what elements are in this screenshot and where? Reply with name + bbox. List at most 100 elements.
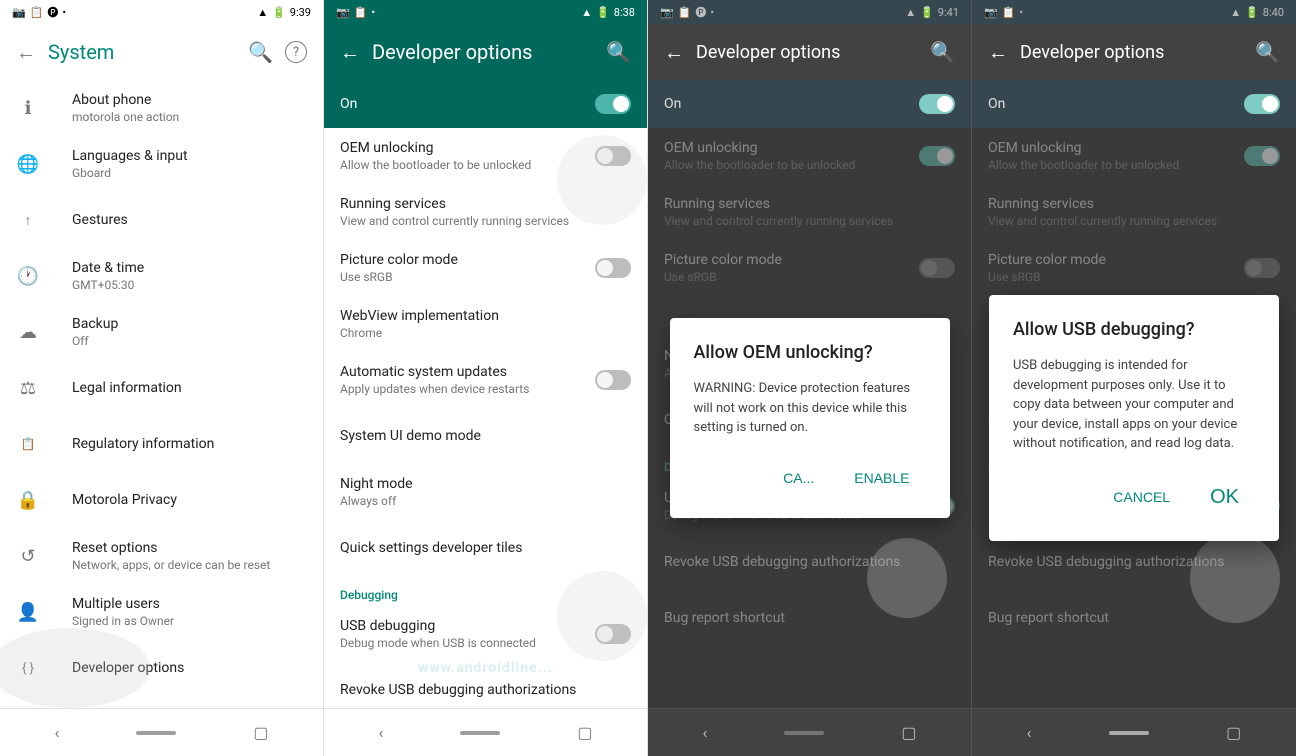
right-panel-2: 📷 📋 • ▲ 🔋 8:40 ← Developer options 🔍 On <box>972 0 1296 756</box>
usb-content: USB debugging Debug mode when USB is con… <box>340 618 595 650</box>
on-toggle-r1[interactable] <box>919 94 955 114</box>
picture-content: Picture color mode Use sRGB <box>340 252 595 284</box>
notification-dot: • <box>62 6 66 19</box>
usb-ok-btn[interactable]: OK <box>1194 478 1255 517</box>
status-icons-left: 📷 📋 🅟 • <box>12 4 66 20</box>
sidebar-item-privacy[interactable]: 🔒 Motorola Privacy <box>0 472 323 528</box>
on-bar-r2[interactable]: On <box>972 80 1296 128</box>
running-content: Running services View and control curren… <box>340 196 631 228</box>
search-icon-middle[interactable]: 🔍 <box>606 40 631 64</box>
help-icon-left[interactable]: ? <box>285 41 307 63</box>
back-btn-middle[interactable]: ‹ <box>379 723 384 742</box>
battery-icon-m: 🔋 <box>596 6 610 19</box>
regulatory-title: Regulatory information <box>72 436 307 452</box>
backup-icon: ☁ <box>16 320 40 344</box>
status-icons-r2: 📷 📋 • <box>984 6 1023 19</box>
recents-btn-left[interactable]: ▢ <box>253 723 268 742</box>
usb-toggle[interactable] <box>595 624 631 644</box>
sidebar-item-legal[interactable]: ⚖ Legal information <box>0 360 323 416</box>
usb-debug-item[interactable]: USB debugging Debug mode when USB is con… <box>324 606 647 662</box>
auto-updates-item[interactable]: Automatic system updates Apply updates w… <box>324 352 647 408</box>
notif-r2-1: 📷 <box>984 6 998 19</box>
usb-dialog-overlay: Allow USB debugging? USB debugging is in… <box>972 128 1296 708</box>
recents-btn-middle[interactable]: ▢ <box>577 723 592 742</box>
back-btn-r1[interactable]: ‹ <box>703 723 708 742</box>
sidebar-item-datetime[interactable]: 🕐 Date & time GMT+05:30 <box>0 248 323 304</box>
reset-content: Reset options Network, apps, or device c… <box>72 540 307 572</box>
recents-btn-r1[interactable]: ▢ <box>901 723 916 742</box>
system-settings-list: ℹ About phone motorola one action 🌐 Lang… <box>0 80 323 708</box>
on-toggle-middle[interactable] <box>595 94 631 114</box>
status-icons-middle: 📷 📋 • <box>336 6 375 19</box>
back-icon-middle[interactable]: ← <box>340 40 360 65</box>
webview-item[interactable]: WebView implementation Chrome <box>324 296 647 352</box>
revoke-usb-item[interactable]: Revoke USB debugging authorizations <box>324 662 647 708</box>
status-info-r1: ▲ 🔋 9:41 <box>905 6 959 19</box>
back-btn-left[interactable]: ‹ <box>55 723 60 742</box>
oem-enable-btn[interactable]: Enable <box>838 462 925 494</box>
datetime-title: Date & time <box>72 260 307 276</box>
sidebar-item-languages[interactable]: 🌐 Languages & input Gboard <box>0 136 323 192</box>
on-toggle-r2[interactable] <box>1244 94 1280 114</box>
running-title: Running services <box>340 196 631 212</box>
revoke-title: Revoke USB debugging authorizations <box>340 682 631 698</box>
oem-unlocking-item[interactable]: OEM unlocking Allow the bootloader to be… <box>324 128 647 184</box>
home-indicator-middle[interactable] <box>460 731 500 735</box>
sidebar-item-developer[interactable]: { } Developer options <box>0 640 323 696</box>
backup-subtitle: Off <box>72 334 307 348</box>
sidebar-item-gestures[interactable]: ↑ Gestures <box>0 192 323 248</box>
usb-cancel-btn[interactable]: Cancel <box>1097 478 1186 517</box>
bottom-nav-r2: ‹ ▢ <box>972 708 1296 756</box>
search-icon-r1[interactable]: 🔍 <box>930 40 955 64</box>
sidebar-item-reset[interactable]: ↺ Reset options Network, apps, or device… <box>0 528 323 584</box>
r2-content-area: OEM unlocking Allow the bootloader to be… <box>972 128 1296 708</box>
page-title-r1: Developer options <box>696 42 918 63</box>
status-icons-r1: 📷 📋 🅟 • <box>660 4 714 20</box>
auto-updates-toggle[interactable] <box>595 370 631 390</box>
time-r1: 9:41 <box>938 6 959 19</box>
home-indicator-r2[interactable] <box>1109 731 1149 735</box>
on-bar-r1[interactable]: On <box>648 80 971 128</box>
app-bar-r2: ← Developer options 🔍 <box>972 24 1296 80</box>
sidebar-item-regulatory[interactable]: 📋 Regulatory information <box>0 416 323 472</box>
back-icon-left[interactable]: ← <box>16 40 36 65</box>
developer-content: Developer options <box>72 660 307 676</box>
webview-subtitle: Chrome <box>340 326 631 340</box>
search-icon-left[interactable]: 🔍 <box>248 40 273 64</box>
quick-settings-item[interactable]: Quick settings developer tiles <box>324 520 647 576</box>
night-subtitle: Always off <box>340 494 631 508</box>
sidebar-item-users[interactable]: 👤 Multiple users Signed in as Owner <box>0 584 323 640</box>
back-icon-r1[interactable]: ← <box>664 40 684 65</box>
home-indicator-r1[interactable] <box>784 731 824 735</box>
running-services-item[interactable]: Running services View and control curren… <box>324 184 647 240</box>
sidebar-item-about[interactable]: ℹ About phone motorola one action <box>0 80 323 136</box>
back-btn-r2[interactable]: ‹ <box>1027 723 1032 742</box>
night-title: Night mode <box>340 476 631 492</box>
notification-icon-3: 🅟 <box>47 4 58 20</box>
back-icon-r2[interactable]: ← <box>988 40 1008 65</box>
sidebar-item-system-updates[interactable]: 📱 System updates Updated to Android 9 <box>0 696 323 708</box>
about-icon: ℹ <box>16 96 40 120</box>
oem-cancel-btn[interactable]: Ca... <box>767 462 830 494</box>
system-ui-item[interactable]: System UI demo mode <box>324 408 647 464</box>
recents-btn-r2[interactable]: ▢ <box>1226 723 1241 742</box>
page-title-left: System <box>48 40 236 64</box>
on-bar-middle[interactable]: On <box>324 80 647 128</box>
oem-subtitle: Allow the bootloader to be unlocked <box>340 158 595 172</box>
regulatory-icon: 📋 <box>16 432 40 456</box>
developer-title: Developer options <box>72 660 307 676</box>
users-subtitle: Signed in as Owner <box>72 614 307 628</box>
datetime-subtitle: GMT+05:30 <box>72 278 307 292</box>
running-subtitle: View and control currently running servi… <box>340 214 631 228</box>
picture-toggle[interactable] <box>595 258 631 278</box>
right-panel-1: 📷 📋 🅟 • ▲ 🔋 9:41 ← Developer options 🔍 O… <box>648 0 972 756</box>
reset-icon: ↺ <box>16 544 40 568</box>
picture-color-item[interactable]: Picture color mode Use sRGB <box>324 240 647 296</box>
oem-dialog-actions: Ca... Enable <box>694 462 926 494</box>
night-mode-item[interactable]: Night mode Always off <box>324 464 647 520</box>
search-icon-r2[interactable]: 🔍 <box>1255 40 1280 64</box>
home-indicator-left[interactable] <box>136 731 176 735</box>
oem-toggle[interactable] <box>595 146 631 166</box>
notif-r1-2: 📋 <box>678 6 692 19</box>
sidebar-item-backup[interactable]: ☁ Backup Off <box>0 304 323 360</box>
